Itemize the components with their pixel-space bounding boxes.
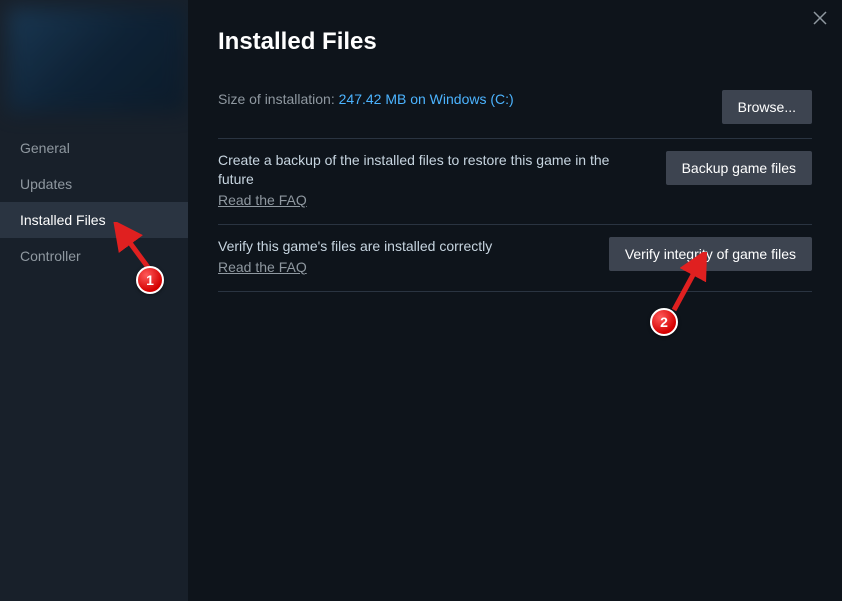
backup-desc: Create a backup of the installed files t… <box>218 151 646 189</box>
backup-faq-link[interactable]: Read the FAQ <box>218 192 307 208</box>
verify-faq-link[interactable]: Read the FAQ <box>218 259 307 275</box>
verify-desc: Verify this game's files are installed c… <box>218 237 589 256</box>
sidebar-item-general[interactable]: General <box>0 130 188 166</box>
install-size-row: Size of installation: 247.42 MB on Windo… <box>218 90 812 139</box>
sidebar-item-label: General <box>20 140 70 156</box>
backup-button[interactable]: Backup game files <box>666 151 812 185</box>
install-location-link[interactable]: 247.42 MB on Windows (C:) <box>339 91 514 107</box>
close-button[interactable] <box>812 10 828 26</box>
browse-button[interactable]: Browse... <box>722 90 812 124</box>
sidebar-item-installed-files[interactable]: Installed Files <box>0 202 188 238</box>
backup-row: Create a backup of the installed files t… <box>218 139 812 225</box>
app-container: General Updates Installed Files Controll… <box>0 0 842 601</box>
close-icon <box>812 13 828 30</box>
verify-button[interactable]: Verify integrity of game files <box>609 237 812 271</box>
sidebar-item-label: Installed Files <box>20 212 106 228</box>
verify-row: Verify this game's files are installed c… <box>218 225 812 292</box>
sidebar-item-label: Controller <box>20 248 81 264</box>
backup-text: Create a backup of the installed files t… <box>218 151 666 210</box>
sidebar-item-label: Updates <box>20 176 72 192</box>
page-title: Installed Files <box>218 28 812 56</box>
game-banner[interactable] <box>8 8 186 112</box>
sidebar-nav: General Updates Installed Files Controll… <box>0 130 188 274</box>
install-size-text: Size of installation: 247.42 MB on Windo… <box>218 90 722 109</box>
sidebar-item-updates[interactable]: Updates <box>0 166 188 202</box>
verify-text: Verify this game's files are installed c… <box>218 237 609 277</box>
sidebar-item-controller[interactable]: Controller <box>0 238 188 274</box>
sidebar: General Updates Installed Files Controll… <box>0 0 188 601</box>
install-size-label: Size of installation: <box>218 91 339 107</box>
main-panel: Installed Files Size of installation: 24… <box>188 0 842 601</box>
